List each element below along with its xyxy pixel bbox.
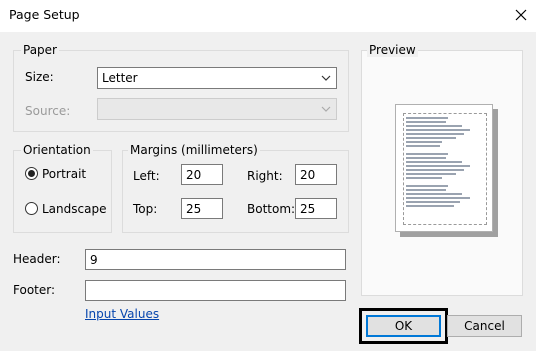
chevron-down-icon bbox=[320, 72, 332, 87]
footer-label: Footer: bbox=[13, 283, 56, 297]
header-value: 9 bbox=[90, 253, 98, 267]
cancel-button[interactable]: Cancel bbox=[447, 315, 522, 337]
source-label: Source: bbox=[25, 104, 71, 118]
ok-button-label: OK bbox=[394, 319, 413, 333]
landscape-option[interactable]: Landscape bbox=[25, 201, 109, 217]
portrait-radio[interactable] bbox=[25, 167, 38, 180]
margin-left-label: Left: bbox=[133, 169, 160, 183]
paper-group-legend: Paper bbox=[21, 43, 59, 57]
margin-right-label: Right: bbox=[247, 169, 283, 183]
header-label: Header: bbox=[13, 252, 61, 266]
margin-top-value: 25 bbox=[186, 202, 202, 216]
landscape-label: Landscape bbox=[42, 202, 107, 216]
margins-group bbox=[122, 150, 349, 233]
margin-left-value: 20 bbox=[186, 168, 202, 182]
portrait-label: Portrait bbox=[42, 167, 87, 181]
margin-right-value: 20 bbox=[300, 168, 316, 182]
orientation-group bbox=[13, 150, 112, 233]
margin-bottom-label: Bottom: bbox=[247, 202, 296, 216]
preview-page bbox=[395, 104, 493, 232]
cancel-button-label: Cancel bbox=[464, 319, 505, 333]
margin-left-input[interactable]: 20 bbox=[181, 164, 223, 185]
input-values-link[interactable]: Input Values bbox=[85, 307, 159, 321]
dialog-title: Page Setup bbox=[9, 7, 80, 22]
chevron-down-icon bbox=[320, 103, 332, 118]
close-button[interactable] bbox=[507, 2, 535, 30]
size-label: Size: bbox=[25, 70, 54, 84]
close-icon bbox=[515, 9, 527, 24]
source-dropdown bbox=[97, 98, 337, 120]
preview-label: Preview bbox=[367, 43, 418, 57]
margin-top-input[interactable]: 25 bbox=[181, 198, 223, 219]
footer-input[interactable] bbox=[85, 280, 346, 301]
size-dropdown[interactable]: Letter bbox=[97, 67, 337, 89]
margin-right-input[interactable]: 20 bbox=[295, 164, 337, 185]
size-dropdown-value: Letter bbox=[102, 71, 138, 85]
title-bar: Page Setup bbox=[0, 0, 536, 32]
preview-text-lines bbox=[406, 117, 478, 223]
margin-bottom-value: 25 bbox=[300, 202, 316, 216]
landscape-radio[interactable] bbox=[25, 202, 38, 215]
margins-group-legend: Margins (millimeters) bbox=[128, 143, 260, 157]
margin-top-label: Top: bbox=[133, 202, 158, 216]
ok-button[interactable]: OK bbox=[366, 315, 441, 337]
header-input[interactable]: 9 bbox=[85, 249, 346, 270]
orientation-group-legend: Orientation bbox=[21, 143, 93, 157]
portrait-option[interactable]: Portrait bbox=[25, 166, 105, 182]
margin-bottom-input[interactable]: 25 bbox=[295, 198, 337, 219]
